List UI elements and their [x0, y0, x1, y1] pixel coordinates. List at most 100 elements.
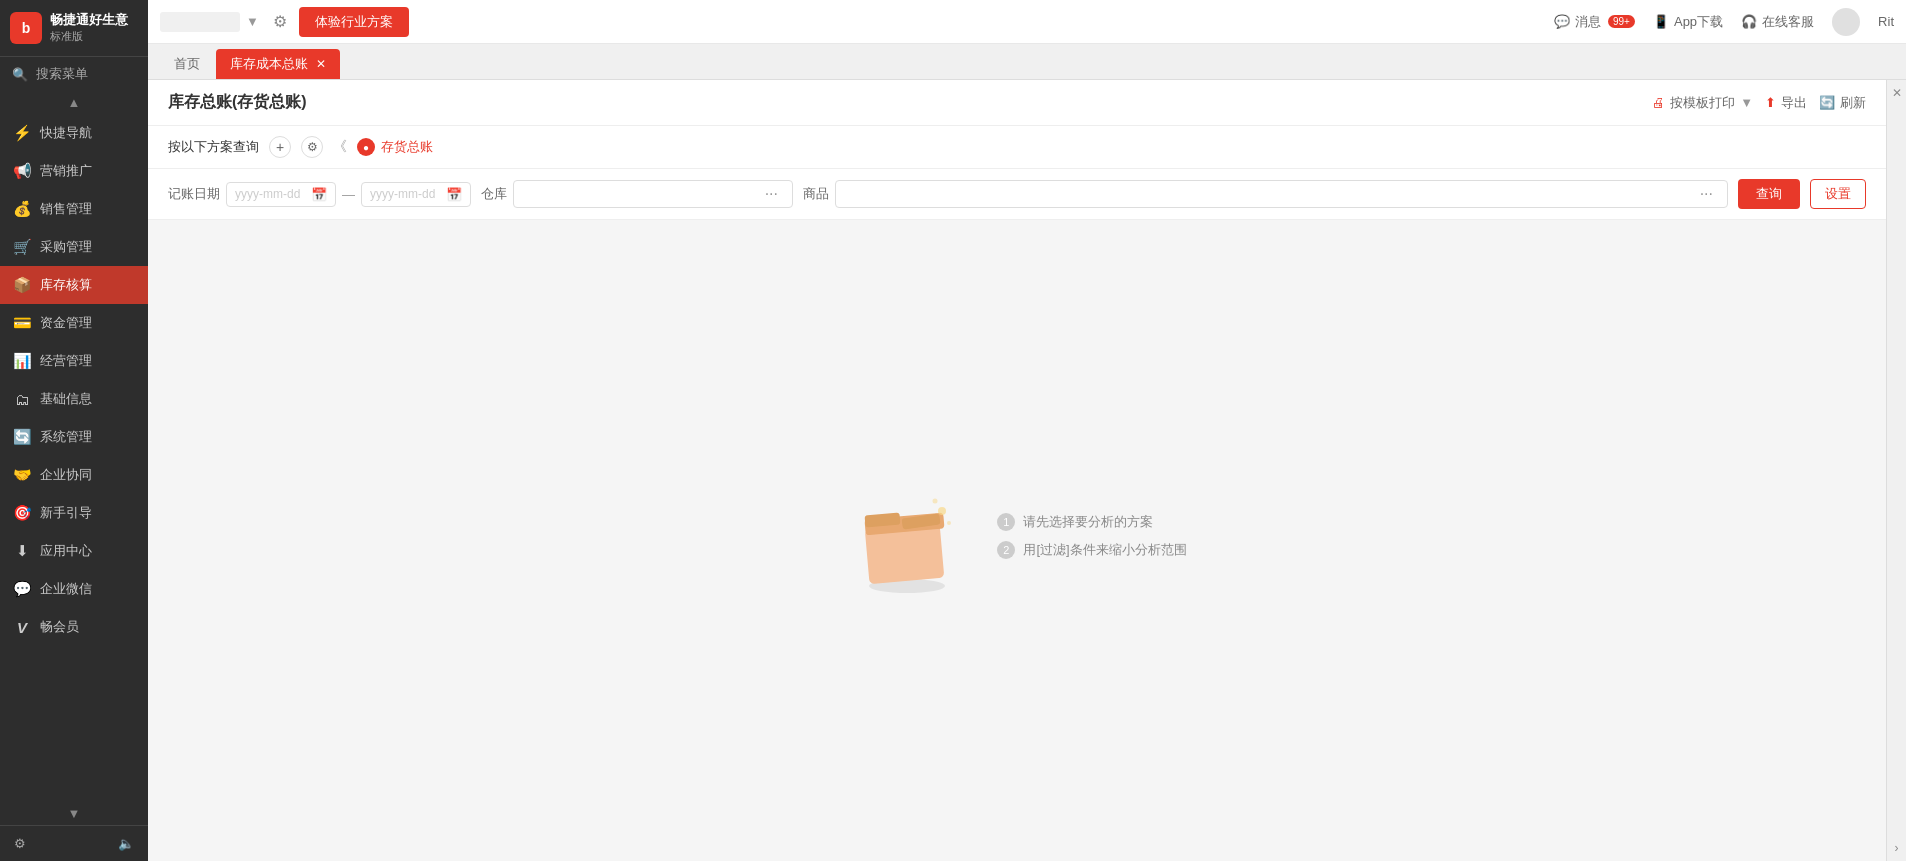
footer-volume-icon[interactable]: 🔈	[118, 836, 134, 851]
sidebar-logo: b 畅捷通好生意 标准版	[0, 0, 148, 57]
tabbar: 首页 库存成本总账 ✕	[148, 44, 1906, 80]
sidebar-item-wechat[interactable]: 💬 企业微信	[0, 570, 148, 608]
breadcrumb: ▼ ⚙	[160, 12, 287, 32]
warehouse-field-group: 仓库 ···	[481, 180, 793, 208]
sidebar-item-marketing[interactable]: 📢 营销推广	[0, 152, 148, 190]
sidebar-item-purchase[interactable]: 🛒 采购管理	[0, 228, 148, 266]
sidebar-nav: ⚡ 快捷导航 📢 营销推广 💰 销售管理 🛒 采购管理 📦 库存核算 💳 资金管…	[0, 114, 148, 802]
sidebar-item-label: 应用中心	[40, 542, 92, 560]
version-label: 标准版	[50, 29, 128, 43]
tab-stock-ledger[interactable]: 库存成本总账 ✕	[216, 49, 340, 79]
message-label: 消息	[1575, 13, 1601, 31]
empty-inner: 1 请先选择要分析的方案 2 用[过滤]条件来缩小分析范围	[847, 481, 1186, 601]
date-end-input[interactable]: yyyy-mm-dd 📅	[361, 182, 471, 207]
stock-icon: 📦	[12, 276, 32, 294]
sidebar-search[interactable]: 🔍 搜索菜单	[0, 57, 148, 91]
footer-settings-icon[interactable]: ⚙	[14, 836, 26, 851]
empty-hints: 1 请先选择要分析的方案 2 用[过滤]条件来缩小分析范围	[997, 513, 1186, 569]
app-download-action[interactable]: 📱 App下载	[1653, 13, 1723, 31]
date-start-input[interactable]: yyyy-mm-dd 📅	[226, 182, 336, 207]
sidebar-item-label: 畅会员	[40, 618, 79, 636]
calendar-start-icon: 📅	[311, 187, 327, 202]
scroll-down-btn[interactable]: ▼	[0, 802, 148, 825]
warehouse-label: 仓库	[481, 185, 507, 203]
date-end-placeholder: yyyy-mm-dd	[370, 187, 435, 201]
headset-icon: 🎧	[1741, 14, 1757, 29]
export-btn[interactable]: ⬆ 导出	[1765, 94, 1807, 112]
page-header: 库存总账(存货总账) 🖨 按模板打印 ▼ ⬆ 导出 🔄 刷新	[148, 80, 1886, 126]
filter-fields: 记账日期 yyyy-mm-dd 📅 — yyyy-mm-dd 📅 仓库	[148, 169, 1886, 220]
warehouse-input[interactable]: ···	[513, 180, 793, 208]
sidebar-item-label: 快捷导航	[40, 124, 92, 142]
date-field-group: 记账日期 yyyy-mm-dd 📅 — yyyy-mm-dd 📅	[168, 182, 471, 207]
hint-num-1: 1	[997, 513, 1015, 531]
tab-home[interactable]: 首页	[160, 49, 214, 79]
sidebar-item-system[interactable]: 🔄 系统管理	[0, 418, 148, 456]
sidebar-item-basic[interactable]: 🗂 基础信息	[0, 380, 148, 418]
hint-item-2: 2 用[过滤]条件来缩小分析范围	[997, 541, 1186, 559]
query-btn[interactable]: 查询	[1738, 179, 1800, 209]
content-wrapper: 库存总账(存货总账) 🖨 按模板打印 ▼ ⬆ 导出 🔄 刷新	[148, 80, 1906, 861]
basic-icon: 🗂	[12, 391, 32, 408]
user-name: Rit	[1878, 14, 1894, 29]
industry-btn[interactable]: 体验行业方案	[299, 7, 409, 37]
sidebar-item-label: 资金管理	[40, 314, 92, 332]
scheme-item[interactable]: ● 存货总账	[357, 138, 433, 156]
sidebar-item-newbie[interactable]: 🎯 新手引导	[0, 494, 148, 532]
refresh-btn[interactable]: 🔄 刷新	[1819, 94, 1866, 112]
sidebar-item-operation[interactable]: 📊 经营管理	[0, 342, 148, 380]
phone-icon: 📱	[1653, 14, 1669, 29]
filter-label: 按以下方案查询	[168, 138, 259, 156]
topbar-settings-icon[interactable]: ⚙	[273, 12, 287, 31]
breadcrumb-arrow: ▼	[246, 14, 259, 29]
online-support-label: 在线客服	[1762, 13, 1814, 31]
export-label: 导出	[1781, 94, 1807, 112]
filter-settings-btn[interactable]: ⚙	[301, 136, 323, 158]
sidebar-item-shortcut[interactable]: ⚡ 快捷导航	[0, 114, 148, 152]
date-start-placeholder: yyyy-mm-dd	[235, 187, 300, 201]
sidebar-item-label: 采购管理	[40, 238, 92, 256]
message-action[interactable]: 💬 消息 99+	[1554, 13, 1635, 31]
product-more-icon[interactable]: ···	[1696, 185, 1717, 203]
sidebar-item-stock[interactable]: 📦 库存核算	[0, 266, 148, 304]
sidebar-item-capital[interactable]: 💳 资金管理	[0, 304, 148, 342]
warehouse-more-icon[interactable]: ···	[761, 185, 782, 203]
svg-point-5	[938, 507, 946, 515]
filter-bar: 按以下方案查询 + ⚙ 《 ● 存货总账	[148, 126, 1886, 169]
panel-expand-btn[interactable]: ›	[1895, 841, 1899, 855]
main-area: ▼ ⚙ 体验行业方案 💬 消息 99+ 📱 App下载 🎧 在线客服 Rit	[148, 0, 1906, 861]
svg-point-7	[947, 521, 951, 525]
search-icon: 🔍	[12, 67, 28, 82]
date-dash: —	[342, 187, 355, 202]
avatar[interactable]	[1832, 8, 1860, 36]
tab-close-icon[interactable]: ✕	[316, 57, 326, 71]
newbie-icon: 🎯	[12, 504, 32, 522]
sidebar-footer: ⚙ 🔈	[0, 825, 148, 861]
print-dropdown-icon: ▼	[1740, 95, 1753, 110]
sidebar-item-corp[interactable]: 🤝 企业协同	[0, 456, 148, 494]
topbar: ▼ ⚙ 体验行业方案 💬 消息 99+ 📱 App下载 🎧 在线客服 Rit	[148, 0, 1906, 44]
product-input[interactable]: ···	[835, 180, 1728, 208]
refresh-label: 刷新	[1840, 94, 1866, 112]
online-support-action[interactable]: 🎧 在线客服	[1741, 13, 1814, 31]
hint-text-1: 请先选择要分析的方案	[1023, 513, 1153, 531]
scroll-up-btn[interactable]: ▲	[0, 91, 148, 114]
sidebar-item-member[interactable]: V 畅会员	[0, 608, 148, 646]
sidebar-item-sales[interactable]: 💰 销售管理	[0, 190, 148, 228]
content-main: 库存总账(存货总账) 🖨 按模板打印 ▼ ⬆ 导出 🔄 刷新	[148, 80, 1886, 861]
filter-add-btn[interactable]: +	[269, 136, 291, 158]
sidebar-item-label: 企业微信	[40, 580, 92, 598]
settings-btn-sm[interactable]: 设置	[1810, 179, 1866, 209]
empty-svg	[847, 481, 967, 601]
print-btn[interactable]: 🖨 按模板打印 ▼	[1652, 94, 1753, 112]
panel-close-btn[interactable]: ✕	[1892, 86, 1902, 100]
member-icon: V	[12, 619, 32, 636]
hint-item-1: 1 请先选择要分析的方案	[997, 513, 1186, 531]
filter-collapse-btn[interactable]: 《	[333, 138, 347, 156]
message-icon: 💬	[1554, 14, 1570, 29]
page-title: 库存总账(存货总账)	[168, 92, 307, 113]
sidebar-item-appstore[interactable]: ⬇ 应用中心	[0, 532, 148, 570]
logo-icon: b	[10, 12, 42, 44]
breadcrumb-text	[160, 12, 240, 32]
app-download-label: App下载	[1674, 13, 1723, 31]
